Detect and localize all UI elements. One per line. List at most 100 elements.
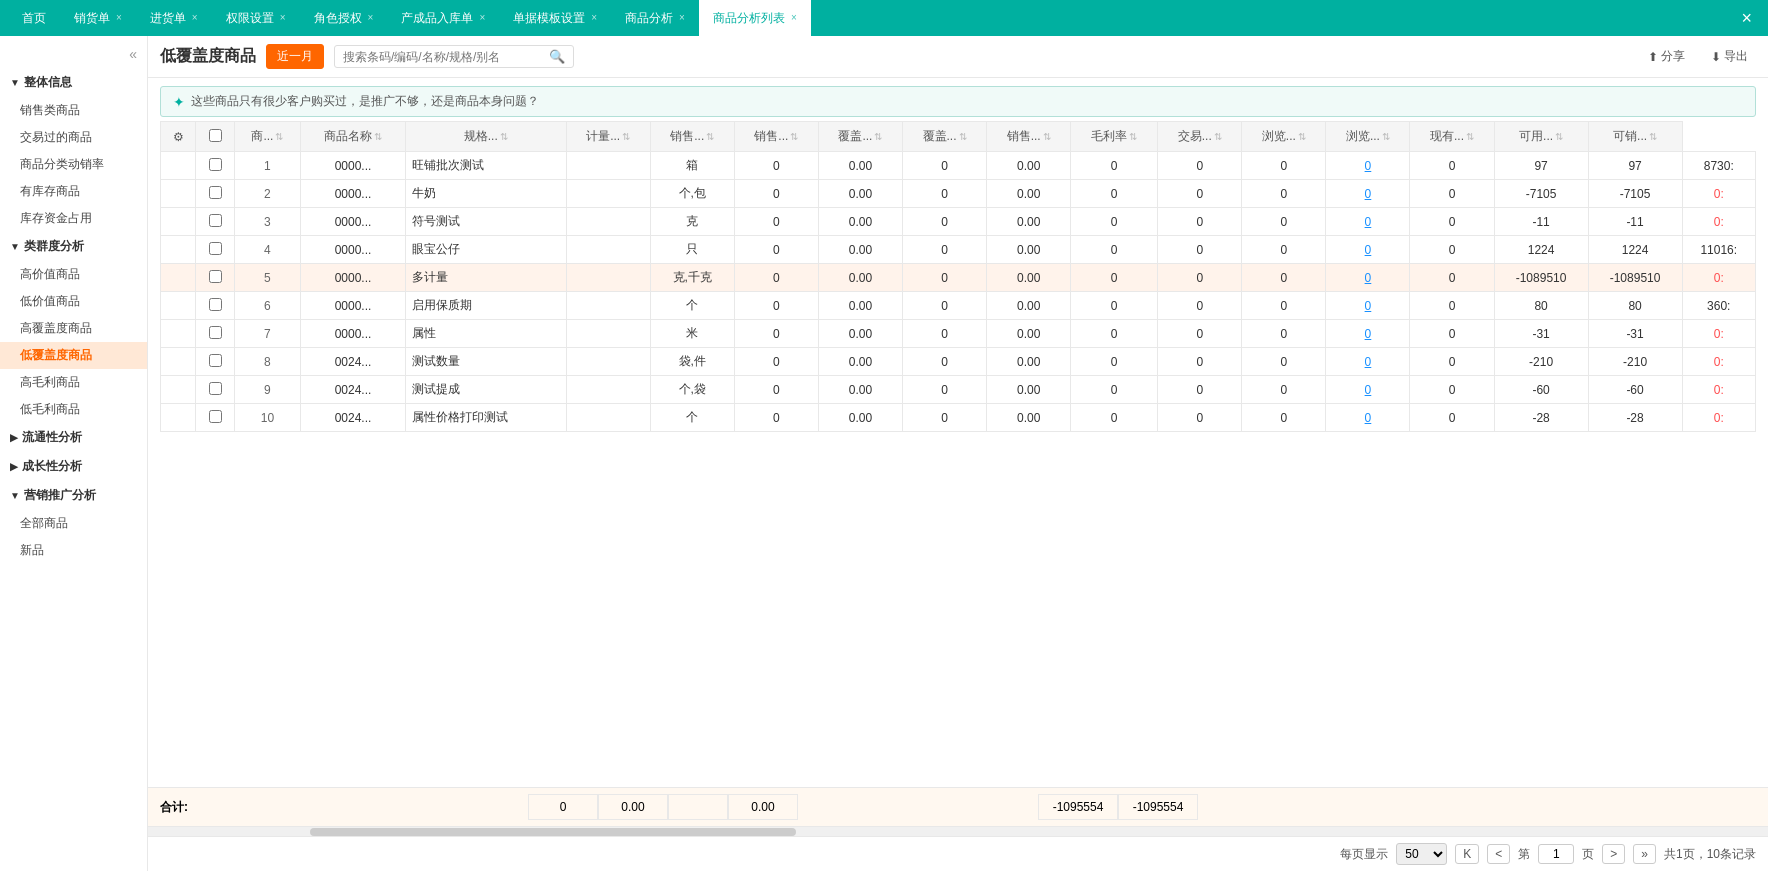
cell-browse1[interactable]: 0 [1326,404,1410,432]
sidebar-item-high-value[interactable]: 高价值商品 [0,261,147,288]
cell-browse1[interactable]: 0 [1326,320,1410,348]
page-next-btn[interactable]: > [1602,844,1625,864]
col-saleable[interactable]: 可销...⇅ [1588,122,1682,152]
nav-close-all[interactable]: × [1733,8,1760,29]
nav-purchase[interactable]: 进货单 × [136,0,212,36]
row-checkbox[interactable] [209,158,222,171]
col-available[interactable]: 可用...⇅ [1494,122,1588,152]
nav-analysis[interactable]: 商品分析 × [611,0,699,36]
cell-checkbox[interactable] [196,320,234,348]
sidebar-item-sales-goods[interactable]: 销售类商品 [0,97,147,124]
cell-checkbox[interactable] [196,264,234,292]
sidebar-item-all-goods[interactable]: 全部商品 [0,510,147,537]
share-button[interactable]: ⬆ 分享 [1640,45,1693,68]
nav-roles-close[interactable]: × [368,0,374,36]
page-last-btn[interactable]: » [1633,844,1656,864]
cell-browse1[interactable]: 0 [1326,292,1410,320]
sidebar-item-traded-goods[interactable]: 交易过的商品 [0,124,147,151]
col-code[interactable]: 商...⇅ [234,122,300,152]
sidebar-collapse-btn[interactable]: « [0,40,147,68]
cell-checkbox[interactable] [196,348,234,376]
nav-roles[interactable]: 角色授权 × [300,0,388,36]
col-sales-qty[interactable]: 销售...⇅ [650,122,734,152]
col-trade[interactable]: 交易...⇅ [1158,122,1242,152]
col-spec[interactable]: 规格...⇅ [405,122,566,152]
sidebar-item-stock-funds[interactable]: 库存资金占用 [0,205,147,232]
export-button[interactable]: ⬇ 导出 [1703,45,1756,68]
select-all-checkbox[interactable] [209,129,222,142]
nav-analysis-list-close[interactable]: × [791,0,797,36]
col-cov2[interactable]: 覆盖...⇅ [903,122,987,152]
sidebar-item-instock-goods[interactable]: 有库存商品 [0,178,147,205]
row-checkbox[interactable] [209,354,222,367]
cell-checkbox[interactable] [196,236,234,264]
scroll-thumb[interactable] [310,828,796,836]
row-checkbox[interactable] [209,214,222,227]
cell-browse1[interactable]: 0 [1326,236,1410,264]
row-checkbox[interactable] [209,270,222,283]
col-browse1[interactable]: 浏览...⇅ [1242,122,1326,152]
sidebar-item-low-coverage[interactable]: 低覆盖度商品 [0,342,147,369]
col-cov1[interactable]: 覆盖...⇅ [818,122,902,152]
nav-permissions-close[interactable]: × [280,0,286,36]
sidebar-section-liquidity[interactable]: ▶ 流通性分析 [0,423,147,452]
page-prev-btn[interactable]: < [1487,844,1510,864]
nav-analysis-list[interactable]: 商品分析列表 × [699,0,811,36]
search-input[interactable] [343,50,545,64]
nav-finished[interactable]: 产成品入库单 × [387,0,499,36]
col-gross[interactable]: 毛利率⇅ [1071,122,1158,152]
cell-checkbox[interactable] [196,208,234,236]
nav-sales-close[interactable]: × [116,0,122,36]
cell-settings [161,264,196,292]
cell-checkbox[interactable] [196,292,234,320]
sidebar-section-cluster[interactable]: ▼ 类群度分析 [0,232,147,261]
nav-template-close[interactable]: × [591,0,597,36]
settings-icon[interactable]: ⚙ [173,130,184,144]
row-checkbox[interactable] [209,410,222,423]
cell-browse1[interactable]: 0 [1326,376,1410,404]
nav-template[interactable]: 单据模板设置 × [499,0,611,36]
col-current[interactable]: 现有...⇅ [1410,122,1494,152]
col-browse2[interactable]: 浏览...⇅ [1326,122,1410,152]
row-checkbox[interactable] [209,242,222,255]
col-settings[interactable]: ⚙ [161,122,196,152]
search-icon[interactable]: 🔍 [549,49,565,64]
page-number-input[interactable] [1538,844,1574,864]
page-first-btn[interactable]: K [1455,844,1479,864]
cell-browse1[interactable]: 0 [1326,264,1410,292]
page-size-select[interactable]: 50 100 200 [1396,843,1447,865]
time-filter-recent-month[interactable]: 近一月 [266,44,324,69]
sidebar-item-high-margin[interactable]: 高毛利商品 [0,369,147,396]
horizontal-scrollbar[interactable] [148,826,1768,836]
sidebar-section-marketing[interactable]: ▼ 营销推广分析 [0,481,147,510]
row-checkbox[interactable] [209,298,222,311]
nav-home[interactable]: 首页 [8,0,60,36]
cell-checkbox[interactable] [196,404,234,432]
sidebar-item-category-rate[interactable]: 商品分类动销率 [0,151,147,178]
cell-checkbox[interactable] [196,376,234,404]
row-checkbox[interactable] [209,382,222,395]
sidebar-item-new-goods[interactable]: 新品 [0,537,147,564]
row-checkbox[interactable] [209,186,222,199]
cell-browse1[interactable]: 0 [1326,152,1410,180]
col-sales-amt[interactable]: 销售...⇅ [734,122,818,152]
col-unit[interactable]: 计量...⇅ [566,122,650,152]
row-checkbox[interactable] [209,326,222,339]
cell-browse1[interactable]: 0 [1326,208,1410,236]
nav-purchase-close[interactable]: × [192,0,198,36]
nav-sales[interactable]: 销货单 × [60,0,136,36]
sidebar-item-high-coverage[interactable]: 高覆盖度商品 [0,315,147,342]
cell-checkbox[interactable] [196,152,234,180]
nav-finished-close[interactable]: × [479,0,485,36]
sidebar-item-low-margin[interactable]: 低毛利商品 [0,396,147,423]
sidebar-section-growth[interactable]: ▶ 成长性分析 [0,452,147,481]
sidebar-item-low-value[interactable]: 低价值商品 [0,288,147,315]
nav-permissions[interactable]: 权限设置 × [212,0,300,36]
col-name[interactable]: 商品名称⇅ [301,122,406,152]
cell-browse1[interactable]: 0 [1326,348,1410,376]
cell-checkbox[interactable] [196,180,234,208]
col-sales3[interactable]: 销售...⇅ [987,122,1071,152]
sidebar-section-overall[interactable]: ▼ 整体信息 [0,68,147,97]
cell-browse1[interactable]: 0 [1326,180,1410,208]
nav-analysis-close[interactable]: × [679,0,685,36]
